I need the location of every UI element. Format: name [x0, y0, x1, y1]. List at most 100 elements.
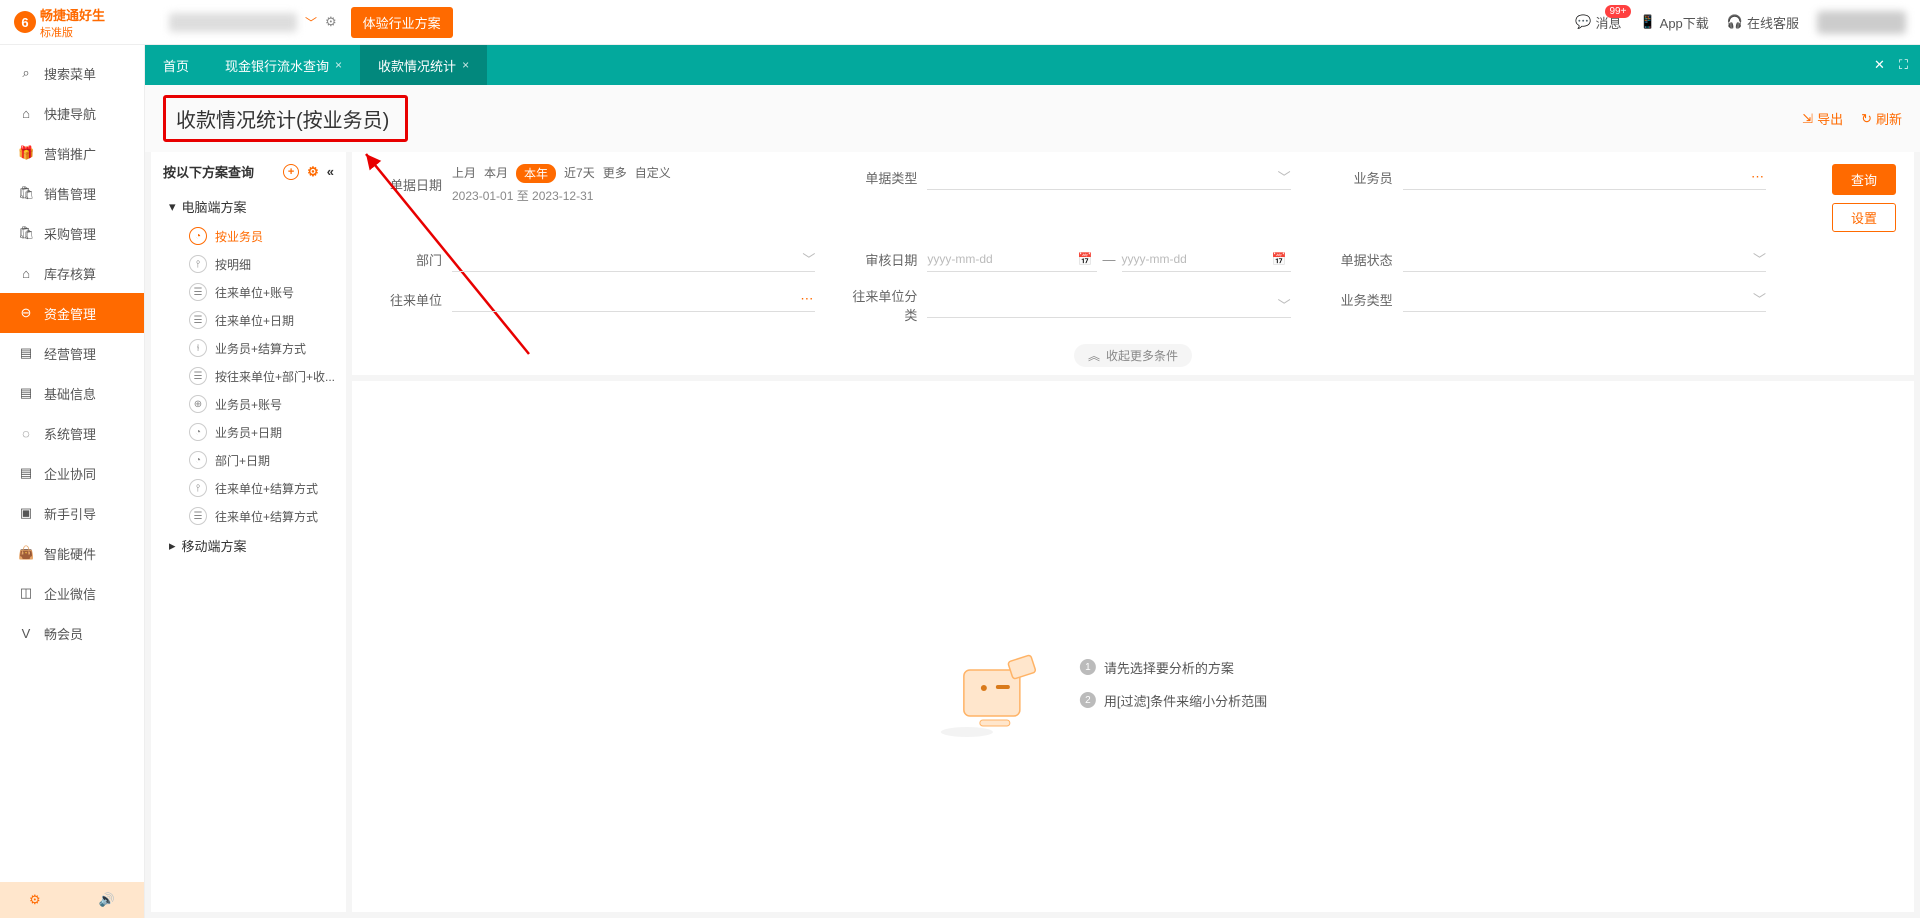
messages-button[interactable]: 💬 消息 99+ [1575, 13, 1621, 32]
customer-service-button[interactable]: 🎧 在线客服 [1727, 13, 1799, 32]
scheme-item-icon: ⫮ [189, 339, 207, 357]
app-download-label: App下载 [1660, 13, 1709, 32]
scheme-item-icon: ◔ [189, 423, 207, 441]
scheme-item-icon: ☰ [189, 507, 207, 525]
nav-item[interactable]: 👜智能硬件 [0, 533, 144, 573]
scheme-settings-button[interactable]: ⚙ [307, 164, 319, 180]
nav-icon: ▤ [18, 345, 34, 361]
export-button[interactable]: ⇲导出 [1802, 109, 1843, 128]
brand-edition: 标准版 [40, 24, 105, 40]
messages-badge: 99+ [1605, 5, 1632, 18]
date-preset[interactable]: 自定义 [635, 164, 671, 183]
chevron-down-icon: ﹀ [305, 14, 317, 31]
gear-icon[interactable]: ⚙ [325, 14, 337, 30]
phone-icon: 📱 [1639, 14, 1655, 30]
date-placeholder: yyyy-mm-dd [1122, 252, 1187, 266]
collapse-scheme-icon[interactable]: « [327, 164, 334, 179]
nav-item[interactable]: ⌂快捷导航 [0, 93, 144, 133]
filter-salesman[interactable]: 业务员 ⋯ [1321, 164, 1766, 190]
scheme-item[interactable]: ☰ 往来单位+结算方式 [161, 502, 346, 530]
query-button[interactable]: 查询 [1832, 164, 1896, 195]
nav-item[interactable]: 🛍采购管理 [0, 213, 144, 253]
date-preset[interactable]: 上月 [452, 164, 476, 183]
scheme-item[interactable]: ◔部门+日期 [161, 446, 346, 474]
filter-doc-status[interactable]: 单据状态 ﹀ [1321, 246, 1766, 272]
scheme-item[interactable]: ◔ 业务员+日期 [161, 418, 346, 446]
scheme-item-label: 按明细 [215, 256, 251, 273]
nav-item[interactable]: 🛍销售管理 [0, 173, 144, 213]
scheme-item[interactable]: ☰往来单位+账号 [161, 278, 346, 306]
nav-item[interactable]: ⊖资金管理 [0, 293, 144, 333]
empty-state: 1请先选择要分析的方案 2用[过滤]条件来缩小分析范围 [932, 624, 1267, 744]
filter-partner[interactable]: 往来单位 ⋯ [370, 286, 815, 312]
chat-icon: 💬 [1575, 14, 1591, 30]
nav-item[interactable]: ◫企业微信 [0, 573, 144, 613]
filter-dept[interactable]: 部门 ﹀ [370, 246, 815, 272]
scheme-item[interactable]: ⊕业务员+账号 [161, 390, 346, 418]
scheme-group[interactable]: ▸移动端方案 [161, 530, 346, 561]
scheme-item-label: 业务员+结算方式 [215, 340, 306, 357]
scheme-item[interactable]: ⫯ 按明细 [161, 250, 346, 278]
nav-label: 快捷导航 [44, 104, 96, 123]
scheme-item[interactable]: ☰按往来单位+部门+收... [161, 362, 346, 390]
nav-item[interactable]: ◌系统管理 [0, 413, 144, 453]
close-icon[interactable]: × [462, 58, 469, 72]
nav-item[interactable]: ⌂库存核算 [0, 253, 144, 293]
filter-doc-type[interactable]: 单据类型 ﹀ [845, 164, 1290, 190]
tenant-switch[interactable]: xxxxxxxxxxxx ﹀ ⚙ [169, 13, 337, 32]
scheme-item-icon: ⫯ [189, 255, 207, 273]
empty-step1: 请先选择要分析的方案 [1104, 658, 1234, 677]
nav-item[interactable]: V畅会员 [0, 613, 144, 653]
nav-item[interactable]: ▤基础信息 [0, 373, 144, 413]
scheme-item[interactable]: ⫯往来单位+结算方式 [161, 474, 346, 502]
date-preset[interactable]: 本月 [484, 164, 508, 183]
audit-date-from[interactable]: yyyy-mm-dd📅 [927, 246, 1096, 272]
scheme-item-icon: ☰ [189, 311, 207, 329]
nav-item[interactable]: ⌕搜索菜单 [0, 53, 144, 93]
nav-item[interactable]: 🎁营销推广 [0, 133, 144, 173]
settings-button[interactable]: 设置 [1832, 203, 1896, 232]
scheme-item-icon: ⫯ [189, 479, 207, 497]
user-avatar[interactable]: xxxxxx [1817, 11, 1906, 34]
date-preset[interactable]: 更多 [603, 164, 627, 183]
scheme-title: 按以下方案查询 [163, 162, 254, 181]
scheme-item-label: 业务员+日期 [215, 424, 282, 441]
fullscreen-icon[interactable]: ⛶ [1899, 57, 1908, 73]
calendar-icon: 📅 [1272, 252, 1287, 266]
scheme-group[interactable]: ▾电脑端方案 [161, 191, 346, 222]
scheme-item[interactable]: ⫮ 业务员+结算方式 [161, 334, 346, 362]
collapse-filters-button[interactable]: ︽ 收起更多条件 [1074, 344, 1192, 367]
close-tab-icon[interactable]: ✕ [1874, 57, 1885, 73]
logo-icon: 6 [14, 11, 36, 33]
gear-icon[interactable]: ⚙ [29, 892, 41, 908]
scheme-item-label: 往来单位+结算方式 [215, 508, 318, 525]
filter-biz-type[interactable]: 业务类型 ﹀ [1321, 286, 1766, 312]
sound-icon[interactable]: 🔊 [99, 892, 115, 908]
date-preset[interactable]: 近7天 [564, 164, 595, 183]
scheme-item[interactable]: ◔按业务员 [161, 222, 346, 250]
refresh-label: 刷新 [1876, 109, 1902, 128]
try-industry-button[interactable]: 体验行业方案 [351, 7, 453, 38]
tab[interactable]: 首页 [145, 45, 207, 85]
scheme-item-label: 往来单位+日期 [215, 312, 294, 329]
date-preset[interactable]: 本年 [516, 164, 556, 183]
nav-item[interactable]: ▣新手引导 [0, 493, 144, 533]
tab[interactable]: 现金银行流水查询× [207, 45, 360, 85]
add-scheme-button[interactable]: + [283, 164, 299, 180]
audit-date-to[interactable]: yyyy-mm-dd 📅 [1122, 246, 1291, 272]
more-icon[interactable]: ⋯ [800, 291, 815, 307]
chevron-down-icon: ﹀ [1278, 167, 1291, 186]
scheme-item-icon: ◔ [189, 451, 207, 469]
close-icon[interactable]: × [335, 58, 342, 72]
results-panel: 1请先选择要分析的方案 2用[过滤]条件来缩小分析范围 [352, 381, 1914, 912]
logo: 6 畅捷通好生 标准版 [14, 5, 144, 40]
nav-item[interactable]: ▤企业协同 [0, 453, 144, 493]
scheme-item[interactable]: ☰ 往来单位+日期 [161, 306, 346, 334]
more-icon[interactable]: ⋯ [1751, 169, 1766, 185]
tab[interactable]: 收款情况统计× [360, 45, 487, 85]
nav-item[interactable]: ▤经营管理 [0, 333, 144, 373]
refresh-button[interactable]: ↻刷新 [1861, 109, 1902, 128]
filter-doc-date: 单据日期 上月本月本年近7天更多自定义 2023-01-01 至 2023-12… [370, 164, 815, 204]
filter-partner-cat[interactable]: 往来单位分类 ﹀ [845, 286, 1290, 324]
app-download-button[interactable]: 📱 App下载 [1639, 13, 1708, 32]
